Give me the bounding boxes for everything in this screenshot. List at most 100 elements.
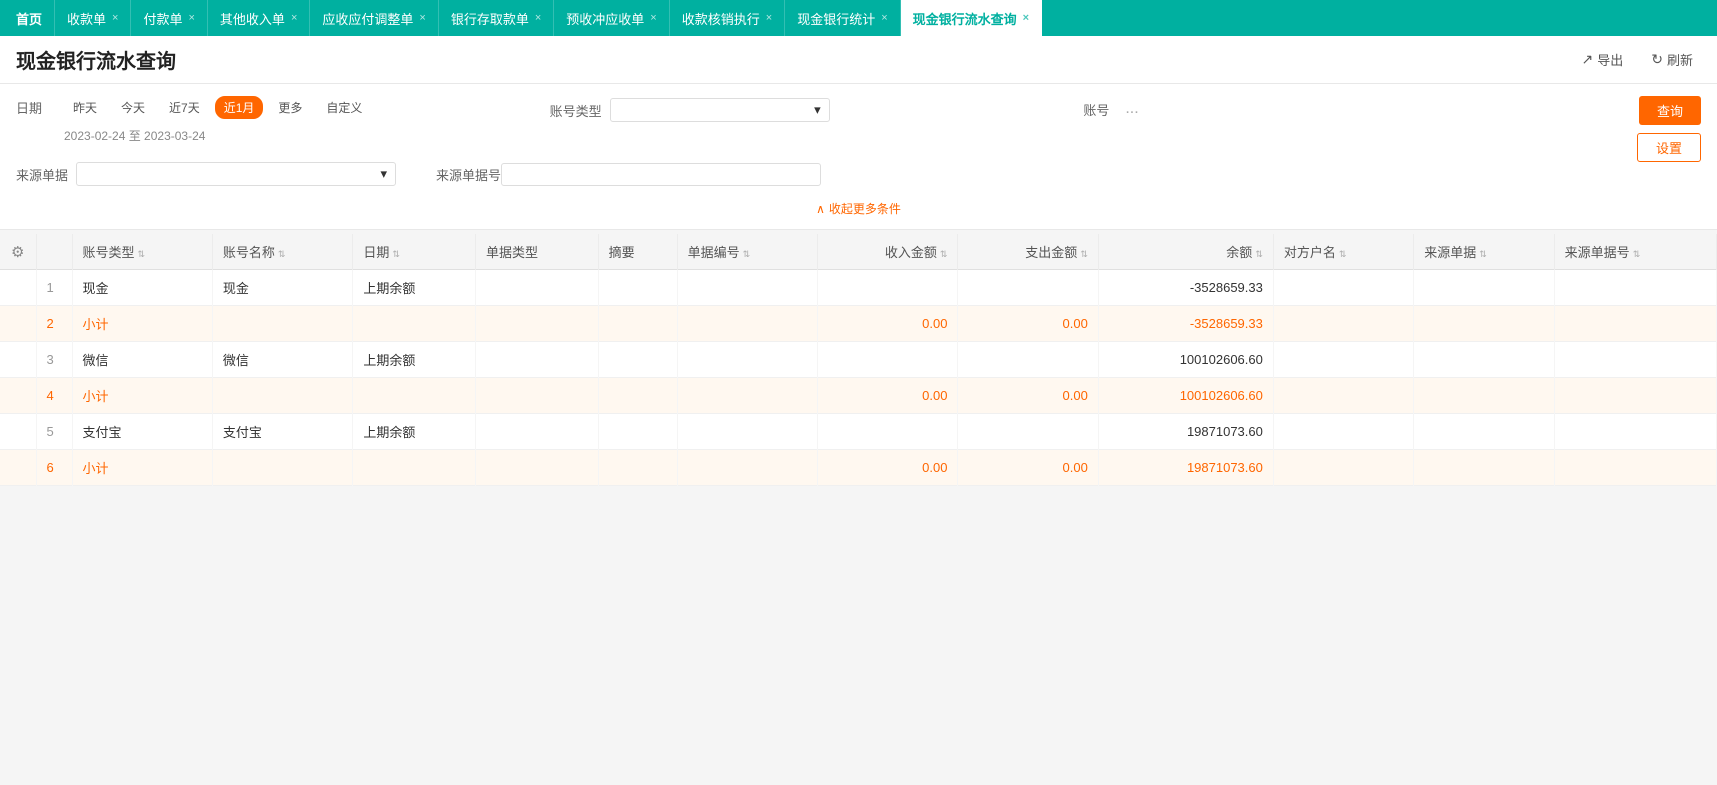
nav-tab-payment[interactable]: 付款单 × xyxy=(131,0,207,36)
col-income[interactable]: 收入金额⇅ xyxy=(818,234,958,270)
filter-section: 日期 昨天 今天 近7天 近1月 更多 自定义 2023-02-24 至 202… xyxy=(0,84,1717,230)
row-num-cell: 3 xyxy=(36,342,72,378)
row-counterpart xyxy=(1273,450,1413,486)
nav-tab-receipt[interactable]: 收款单 × xyxy=(55,0,131,36)
row-source-doc xyxy=(1414,270,1554,306)
date-btn-yesterday[interactable]: 昨天 xyxy=(64,96,106,119)
date-btn-7days[interactable]: 近7天 xyxy=(160,96,209,119)
row-settings-cell xyxy=(0,450,36,486)
row-source-doc-no xyxy=(1554,342,1716,378)
nav-tab-home[interactable]: 首页 xyxy=(4,0,55,36)
row-income: 0.00 xyxy=(818,450,958,486)
chevron-down-icon: ▾ xyxy=(814,102,821,118)
source-doc-no-input[interactable] xyxy=(501,163,821,186)
row-doc-type xyxy=(475,414,598,450)
nav-tab-adjustment[interactable]: 应收应付调整单 × xyxy=(310,0,438,36)
row-doc-type xyxy=(475,306,598,342)
close-icon[interactable]: × xyxy=(766,12,772,24)
date-btn-1month[interactable]: 近1月 xyxy=(215,96,264,119)
collapse-bar[interactable]: ∧ 收起更多条件 xyxy=(16,194,1701,219)
row-balance: -3528659.33 xyxy=(1098,306,1273,342)
row-settings-cell xyxy=(0,378,36,414)
row-account-type: 小计 xyxy=(72,450,212,486)
table-row: 6小计0.000.0019871073.60 xyxy=(0,450,1717,486)
row-counterpart xyxy=(1273,342,1413,378)
nav-tab-cash-flow[interactable]: 现金银行流水查询 × xyxy=(901,0,1042,36)
gear-icon[interactable]: ⚙ xyxy=(11,244,24,261)
account-more-icon[interactable]: ... xyxy=(1119,98,1144,120)
row-counterpart xyxy=(1273,306,1413,342)
date-btn-more[interactable]: 更多 xyxy=(269,96,311,119)
account-type-select[interactable]: ▾ xyxy=(610,98,830,122)
row-account-type: 现金 xyxy=(72,270,212,306)
col-counterpart[interactable]: 对方户名⇅ xyxy=(1273,234,1413,270)
col-balance[interactable]: 余额⇅ xyxy=(1098,234,1273,270)
row-expense xyxy=(958,414,1098,450)
row-summary xyxy=(598,342,677,378)
row-num-cell: 1 xyxy=(36,270,72,306)
row-settings-cell xyxy=(0,270,36,306)
nav-tab-prepay-offset[interactable]: 预收冲应收单 × xyxy=(554,0,669,36)
date-btn-today[interactable]: 今天 xyxy=(112,96,154,119)
close-icon[interactable]: × xyxy=(535,12,541,24)
export-button[interactable]: ↗ 导出 xyxy=(1574,46,1632,73)
row-account-name: 现金 xyxy=(212,270,352,306)
close-icon[interactable]: × xyxy=(188,12,194,24)
row-doc-type xyxy=(475,342,598,378)
row-source-doc-no xyxy=(1554,450,1716,486)
row-income: 0.00 xyxy=(818,306,958,342)
row-counterpart xyxy=(1273,270,1413,306)
row-source-doc xyxy=(1414,414,1554,450)
row-doc-no xyxy=(677,306,817,342)
nav-tab-verify[interactable]: 收款核销执行 × xyxy=(670,0,785,36)
table-row: 5支付宝支付宝上期余额19871073.60 xyxy=(0,414,1717,450)
row-account-name xyxy=(212,378,352,414)
setting-button[interactable]: 设置 xyxy=(1637,133,1701,162)
col-date[interactable]: 日期⇅ xyxy=(353,234,476,270)
row-account-type: 小计 xyxy=(72,306,212,342)
row-account-type: 微信 xyxy=(72,342,212,378)
table-row: 1现金现金上期余额-3528659.33 xyxy=(0,270,1717,306)
nav-tab-other-income[interactable]: 其他收入单 × xyxy=(208,0,310,36)
query-button[interactable]: 查询 xyxy=(1639,96,1701,125)
row-source-doc xyxy=(1414,342,1554,378)
nav-tab-cash-stat[interactable]: 现金银行统计 × xyxy=(785,0,900,36)
row-num-cell: 5 xyxy=(36,414,72,450)
date-label: 日期 xyxy=(16,98,64,117)
refresh-button[interactable]: ↻ 刷新 xyxy=(1643,46,1701,73)
row-expense: 0.00 xyxy=(958,378,1098,414)
col-account-type[interactable]: 账号类型⇅ xyxy=(72,234,212,270)
filter-row-date: 日期 昨天 今天 近7天 近1月 更多 自定义 xyxy=(16,96,550,119)
row-account-name: 支付宝 xyxy=(212,414,352,450)
nav-tab-bank-deposit[interactable]: 银行存取款单 × xyxy=(439,0,554,36)
table-row: 4小计0.000.00100102606.60 xyxy=(0,378,1717,414)
date-btn-custom[interactable]: 自定义 xyxy=(317,96,371,119)
row-doc-type xyxy=(475,450,598,486)
close-icon[interactable]: × xyxy=(112,12,118,24)
refresh-icon: ↻ xyxy=(1651,51,1663,68)
col-source-doc-no[interactable]: 来源单据号⇅ xyxy=(1554,234,1716,270)
close-icon[interactable]: × xyxy=(291,12,297,24)
row-doc-type xyxy=(475,378,598,414)
account-label: 账号 xyxy=(1083,100,1119,119)
close-icon[interactable]: × xyxy=(881,12,887,24)
col-expense[interactable]: 支出金额⇅ xyxy=(958,234,1098,270)
header-actions: ↗ 导出 ↻ 刷新 xyxy=(1574,46,1702,73)
col-doc-no[interactable]: 单据编号⇅ xyxy=(677,234,817,270)
col-source-doc[interactable]: 来源单据⇅ xyxy=(1414,234,1554,270)
close-icon[interactable]: × xyxy=(1023,12,1029,24)
row-counterpart xyxy=(1273,378,1413,414)
row-doc-no xyxy=(677,342,817,378)
close-icon[interactable]: × xyxy=(650,12,656,24)
table-row: 3微信微信上期余额100102606.60 xyxy=(0,342,1717,378)
row-date: 上期余额 xyxy=(353,414,476,450)
row-num-cell: 6 xyxy=(36,450,72,486)
source-doc-select[interactable]: ▾ xyxy=(76,162,396,186)
row-summary xyxy=(598,306,677,342)
row-account-name: 微信 xyxy=(212,342,352,378)
close-icon[interactable]: × xyxy=(419,12,425,24)
row-source-doc xyxy=(1414,306,1554,342)
col-account-name[interactable]: 账号名称⇅ xyxy=(212,234,352,270)
date-filter-buttons: 昨天 今天 近7天 近1月 更多 自定义 xyxy=(64,96,371,119)
col-summary: 摘要 xyxy=(598,234,677,270)
